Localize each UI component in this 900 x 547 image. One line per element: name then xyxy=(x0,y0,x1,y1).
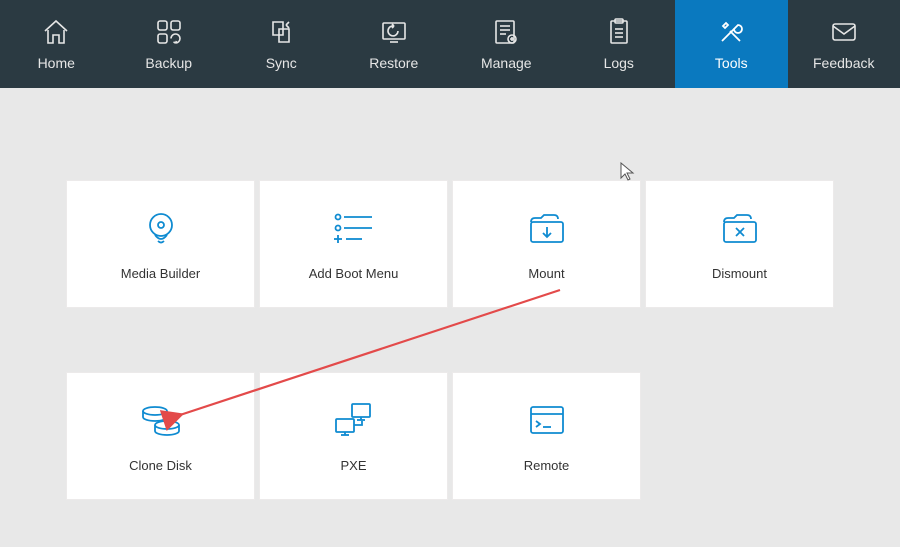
nav-item-backup[interactable]: Backup xyxy=(113,0,226,88)
sync-icon xyxy=(266,17,296,47)
nav-label: Restore xyxy=(369,55,418,71)
tool-mount[interactable]: Mount xyxy=(452,180,641,308)
logs-icon xyxy=(604,17,634,47)
remote-icon xyxy=(525,400,569,440)
nav-label: Feedback xyxy=(813,55,874,71)
mount-icon xyxy=(525,208,569,248)
clone-disk-icon xyxy=(139,400,183,440)
restore-icon xyxy=(379,17,409,47)
nav-label: Backup xyxy=(145,55,192,71)
tool-label: Remote xyxy=(524,458,570,473)
media-builder-icon xyxy=(139,208,183,248)
home-icon xyxy=(41,17,71,47)
nav-label: Tools xyxy=(715,55,748,71)
dismount-icon xyxy=(718,208,762,248)
backup-icon xyxy=(154,17,184,47)
nav-item-restore[interactable]: Restore xyxy=(338,0,451,88)
tool-label: Clone Disk xyxy=(129,458,192,473)
tool-media-builder[interactable]: Media Builder xyxy=(66,180,255,308)
row-gap xyxy=(66,312,834,368)
add-boot-menu-icon xyxy=(332,208,376,248)
manage-icon xyxy=(491,17,521,47)
tool-pxe[interactable]: PXE xyxy=(259,372,448,500)
nav-item-feedback[interactable]: Feedback xyxy=(788,0,900,88)
nav-label: Manage xyxy=(481,55,532,71)
tools-icon xyxy=(716,17,746,47)
nav-label: Home xyxy=(38,55,75,71)
tool-remote[interactable]: Remote xyxy=(452,372,641,500)
pxe-icon xyxy=(332,400,376,440)
nav-item-home[interactable]: Home xyxy=(0,0,113,88)
tool-dismount[interactable]: Dismount xyxy=(645,180,834,308)
tool-label: Dismount xyxy=(712,266,767,281)
tool-add-boot-menu[interactable]: Add Boot Menu xyxy=(259,180,448,308)
tool-label: Mount xyxy=(528,266,564,281)
nav-item-manage[interactable]: Manage xyxy=(450,0,563,88)
tool-clone-disk[interactable]: Clone Disk xyxy=(66,372,255,500)
tool-label: Media Builder xyxy=(121,266,201,281)
nav-item-logs[interactable]: Logs xyxy=(563,0,676,88)
nav-item-sync[interactable]: Sync xyxy=(225,0,338,88)
tool-label: Add Boot Menu xyxy=(309,266,399,281)
nav-label: Sync xyxy=(266,55,297,71)
tool-label: PXE xyxy=(340,458,366,473)
nav-item-tools[interactable]: Tools xyxy=(675,0,788,88)
top-nav: Home Backup Sync xyxy=(0,0,900,88)
tools-panel: Media Builder Add Boot Menu xyxy=(0,88,900,500)
feedback-icon xyxy=(829,17,859,47)
nav-label: Logs xyxy=(604,55,634,71)
tool-grid: Media Builder Add Boot Menu xyxy=(66,180,834,500)
